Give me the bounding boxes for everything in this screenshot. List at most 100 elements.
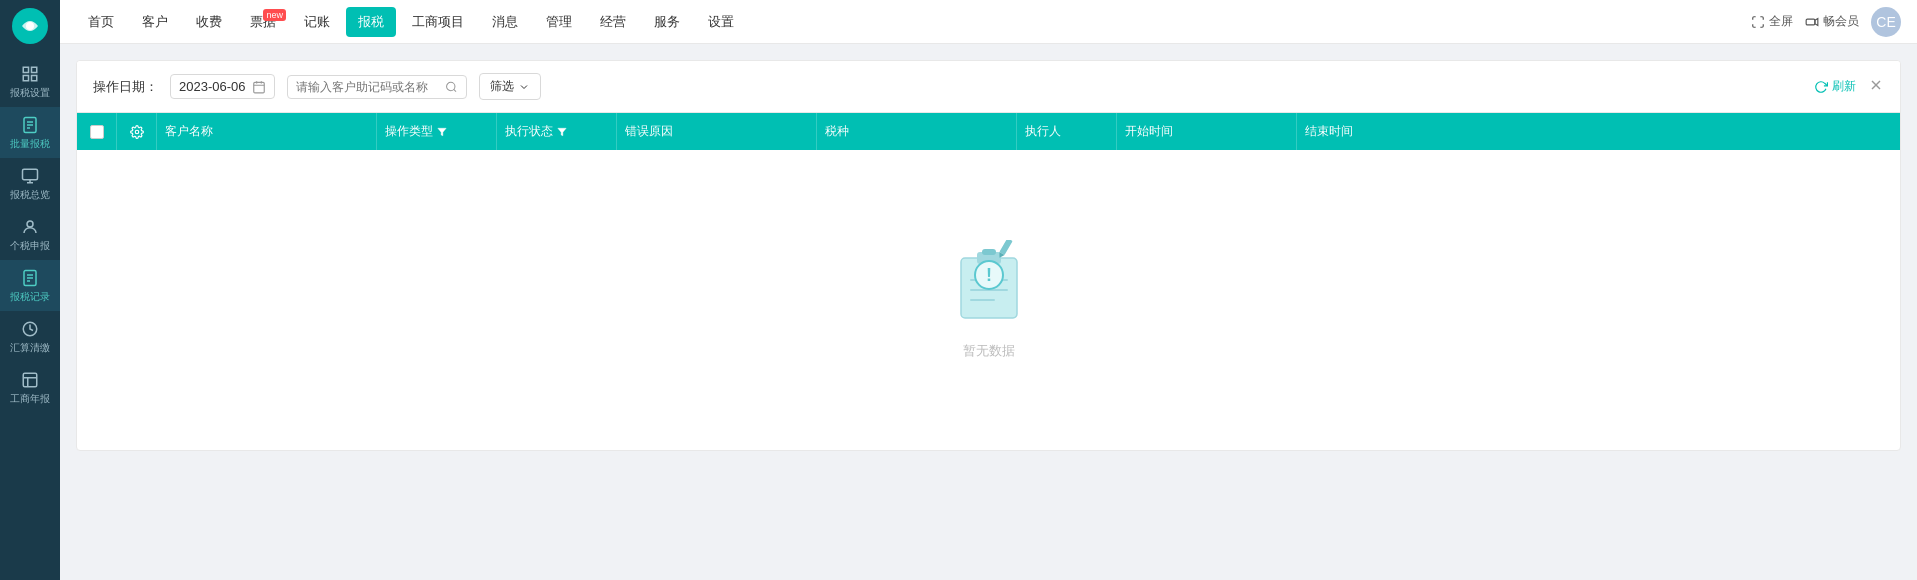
svg-point-1: [26, 22, 34, 30]
chevron-down-icon: [518, 81, 530, 93]
nav-item-jizhang[interactable]: 记账: [292, 7, 342, 37]
filter-button[interactable]: 筛选: [479, 73, 541, 100]
date-label: 操作日期：: [93, 78, 158, 96]
fullscreen-icon: [1751, 15, 1765, 29]
empty-illustration: !: [949, 240, 1029, 330]
new-badge: new: [263, 9, 286, 22]
nav-items: 首页 客户 收费 票据 new 记账 报税 工商项目 消息 管理 经营 服务 设…: [76, 7, 1751, 37]
user-avatar[interactable]: CE: [1871, 7, 1901, 37]
sidebar-item-label: 报税记录: [10, 291, 50, 303]
refresh-button[interactable]: 刷新: [1814, 78, 1856, 95]
svg-text:!: !: [986, 265, 992, 285]
sidebar-item-geshui-shenbao[interactable]: 个税申报: [0, 209, 60, 260]
personal-tax-icon: [20, 217, 40, 237]
search-box[interactable]: [287, 75, 467, 99]
date-picker[interactable]: 2023-06-06: [170, 74, 275, 99]
sidebar-item-label: 个税申报: [10, 240, 50, 252]
th-checkbox[interactable]: [77, 113, 117, 150]
sidebar-item-label: 报税总览: [10, 189, 50, 201]
sidebar-item-label: 工商年报: [10, 393, 50, 405]
batch-tax-icon: [20, 115, 40, 135]
video-icon: [1805, 15, 1819, 29]
annual-report-icon: [20, 370, 40, 390]
page-content: 操作日期： 2023-06-06 筛选: [60, 44, 1917, 580]
th-tax-type: 税种: [817, 113, 1017, 150]
sidebar-item-piliang-baoshui[interactable]: 批量报税: [0, 107, 60, 158]
filter-icon-2[interactable]: [557, 127, 567, 137]
filter-icon[interactable]: [437, 127, 447, 137]
tax-record-icon: [20, 268, 40, 288]
sidebar-item-gongshang-nianbao[interactable]: 工商年报: [0, 362, 60, 413]
sidebar-item-label: 批量报税: [10, 138, 50, 150]
empty-text: 暂无数据: [963, 342, 1015, 360]
member-button[interactable]: 畅会员: [1805, 13, 1859, 30]
sidebar-item-label: 汇算清缴: [10, 342, 50, 354]
sidebar-item-label: 报税设置: [10, 87, 50, 99]
th-operation-type: 操作类型: [377, 113, 497, 150]
th-settings[interactable]: [117, 113, 157, 150]
date-value: 2023-06-06: [179, 79, 246, 94]
svg-rect-5: [32, 76, 37, 81]
empty-state: ! 暂无数据: [949, 240, 1029, 360]
fullscreen-button[interactable]: 全屏: [1751, 13, 1793, 30]
svg-point-27: [447, 82, 455, 90]
svg-rect-23: [253, 82, 264, 93]
table-header: 客户名称 操作类型 执行状态 错误原因 税种: [77, 113, 1900, 150]
th-start-time: 开始时间: [1117, 113, 1297, 150]
calendar-icon: [252, 80, 266, 94]
toolbar: 操作日期： 2023-06-06 筛选: [77, 61, 1900, 113]
nav-item-baoshui[interactable]: 报税: [346, 7, 396, 37]
top-navigation: 首页 客户 收费 票据 new 记账 报税 工商项目 消息 管理 经营 服务 设…: [60, 0, 1917, 44]
settlement-icon: [20, 319, 40, 339]
th-exec-status: 执行状态: [497, 113, 617, 150]
svg-marker-33: [558, 128, 566, 136]
close-icon: [1868, 77, 1884, 93]
refresh-icon: [1814, 80, 1828, 94]
content-area: 操作日期： 2023-06-06 筛选: [60, 44, 1917, 580]
svg-point-31: [135, 130, 139, 134]
svg-rect-36: [982, 249, 996, 255]
svg-rect-42: [999, 240, 1012, 255]
search-input[interactable]: [296, 80, 441, 94]
sidebar: 报税设置 批量报税 报税总览 个税申报 报税记录: [0, 0, 60, 580]
column-settings-icon: [130, 125, 144, 139]
th-end-time: 结束时间: [1297, 113, 1417, 150]
main-area: 首页 客户 收费 票据 new 记账 报税 工商项目 消息 管理 经营 服务 设…: [60, 0, 1917, 580]
svg-rect-4: [23, 76, 28, 81]
toolbar-right: 刷新: [1814, 77, 1884, 97]
nav-item-guanli[interactable]: 管理: [534, 7, 584, 37]
topnav-right: 全屏 畅会员 CE: [1751, 7, 1901, 37]
svg-rect-3: [32, 67, 37, 72]
sidebar-item-baoshui-jilu[interactable]: 报税记录: [0, 260, 60, 311]
settings-icon: [20, 64, 40, 84]
svg-rect-2: [23, 67, 28, 72]
search-icon: [445, 80, 458, 94]
svg-rect-22: [1806, 19, 1815, 25]
sidebar-item-baoshui-zonlan[interactable]: 报税总览: [0, 158, 60, 209]
svg-marker-32: [438, 128, 446, 136]
th-customer-name: 客户名称: [157, 113, 377, 150]
th-error-reason: 错误原因: [617, 113, 817, 150]
svg-rect-19: [23, 373, 37, 387]
nav-item-shoufei[interactable]: 收费: [184, 7, 234, 37]
sidebar-item-huisuan-jiaona[interactable]: 汇算清缴: [0, 311, 60, 362]
nav-item-home[interactable]: 首页: [76, 7, 126, 37]
nav-item-customer[interactable]: 客户: [130, 7, 180, 37]
nav-item-shezhi[interactable]: 设置: [696, 7, 746, 37]
svg-line-28: [454, 89, 456, 91]
close-button[interactable]: [1868, 77, 1884, 97]
table-container: 操作日期： 2023-06-06 筛选: [76, 60, 1901, 451]
nav-item-fuwu[interactable]: 服务: [642, 7, 692, 37]
svg-point-13: [27, 221, 33, 227]
nav-item-jingying[interactable]: 经营: [588, 7, 638, 37]
app-logo[interactable]: [12, 8, 48, 44]
nav-item-gongshang[interactable]: 工商项目: [400, 7, 476, 37]
svg-rect-10: [23, 169, 38, 180]
th-executor: 执行人: [1017, 113, 1117, 150]
nav-item-xiaoxi[interactable]: 消息: [480, 7, 530, 37]
nav-item-piaoju[interactable]: 票据 new: [238, 7, 288, 37]
table-body: ! 暂无数据: [77, 150, 1900, 450]
select-all-checkbox[interactable]: [90, 125, 104, 139]
overview-icon: [20, 166, 40, 186]
sidebar-item-baoshui-shezhi[interactable]: 报税设置: [0, 56, 60, 107]
